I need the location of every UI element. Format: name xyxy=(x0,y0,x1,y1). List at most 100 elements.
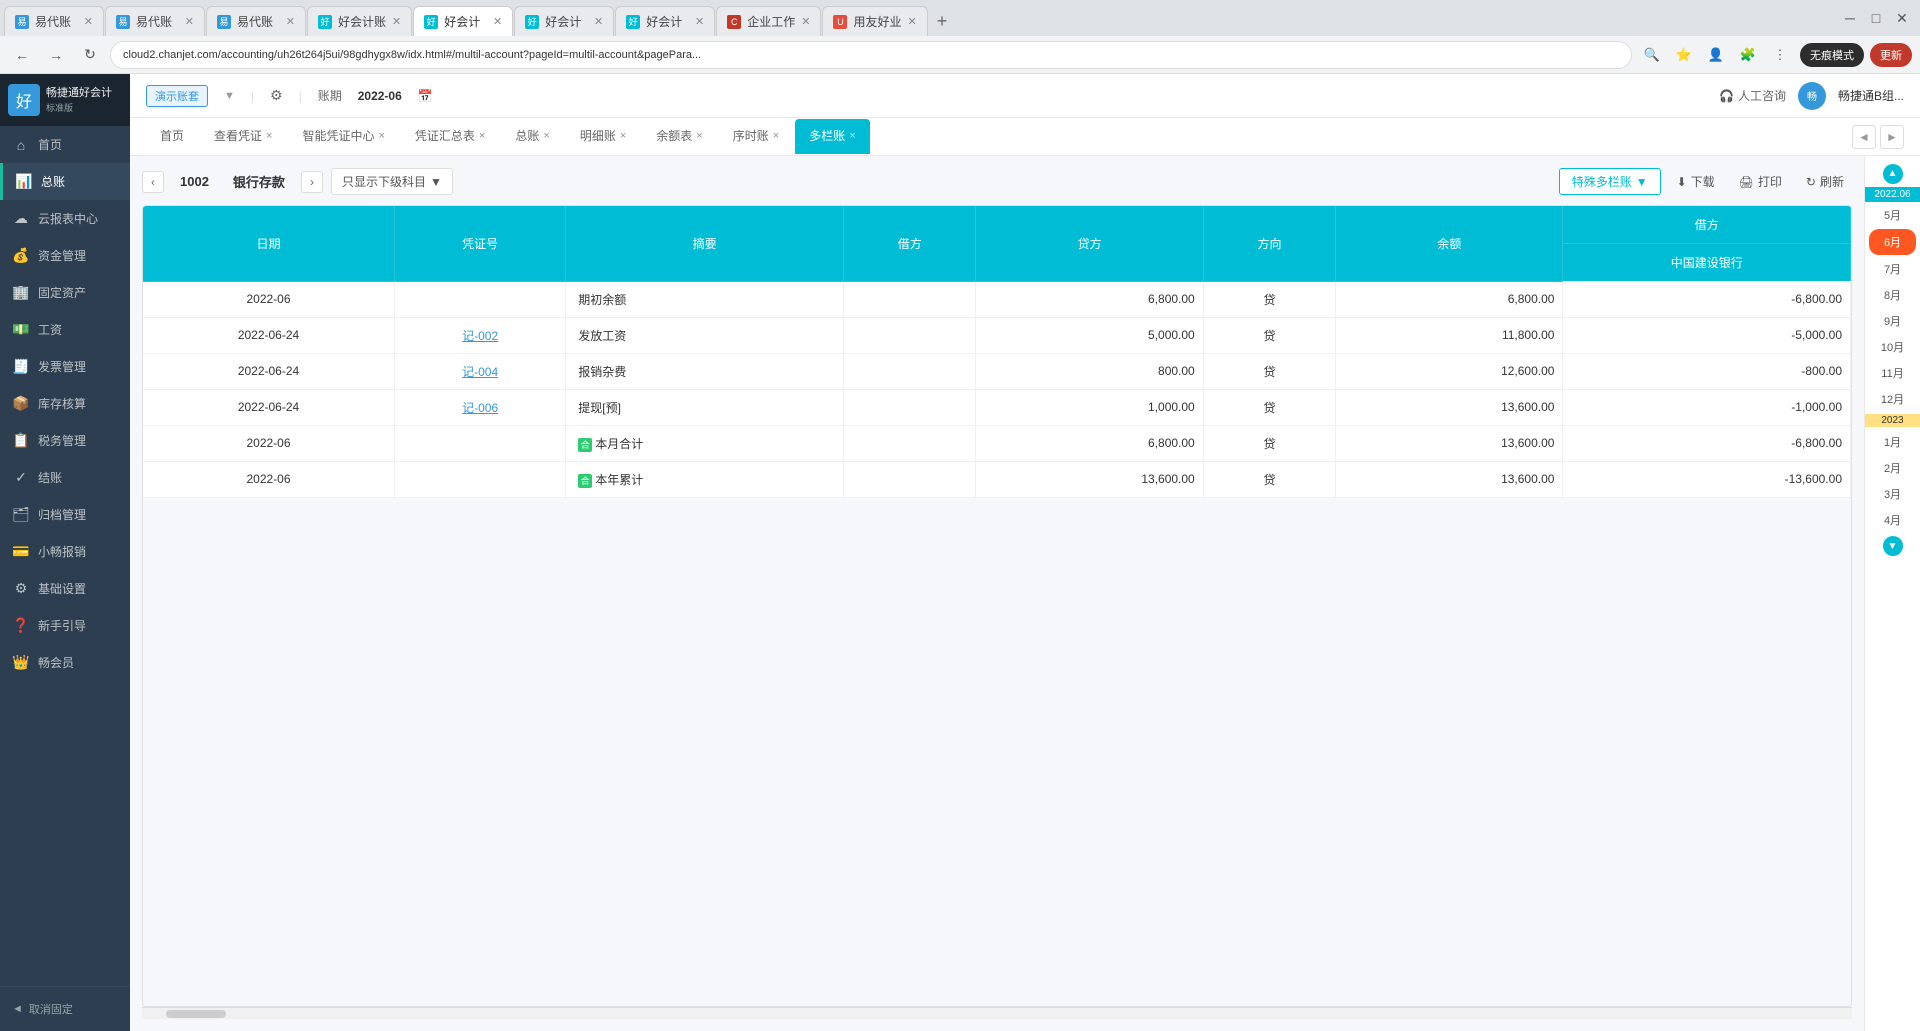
tab-general-ledger[interactable]: 总账 × xyxy=(501,119,563,154)
tab-close-8[interactable]: ✕ xyxy=(907,15,916,28)
sidebar-item-member[interactable]: 👑 畅会员 xyxy=(0,644,130,681)
calendar-month-apr[interactable]: 4月 xyxy=(1865,507,1920,533)
download-button[interactable]: ⬇ 下载 xyxy=(1669,169,1723,194)
search-icon[interactable]: 🔍 xyxy=(1638,41,1666,69)
prev-account-button[interactable]: ‹ xyxy=(142,171,164,193)
cancel-fixed-button[interactable]: ◄ 取消固定 xyxy=(12,995,118,1023)
tab-voucher-summary[interactable]: 凭证汇总表 × xyxy=(401,119,499,154)
sidebar-item-close-books[interactable]: ✓ 结账 xyxy=(0,459,130,496)
profile-icon[interactable]: 👤 xyxy=(1702,41,1730,69)
scroll-up-icon[interactable]: ▲ xyxy=(1883,164,1903,184)
tab-close-1[interactable]: ✕ xyxy=(185,15,194,28)
sidebar-item-invoice[interactable]: 🧾 发票管理 xyxy=(0,348,130,385)
tab-close-3[interactable]: ✕ xyxy=(392,15,401,28)
close-button[interactable]: ✕ xyxy=(1892,8,1912,28)
filter-dropdown[interactable]: 只显示下级科目 ▼ xyxy=(331,168,453,195)
tab-close-4[interactable]: ✕ xyxy=(493,15,502,28)
tab-close-multi-col[interactable]: × xyxy=(849,130,855,142)
sidebar-item-expense[interactable]: 💳 小畅报销 xyxy=(0,533,130,570)
calendar-month-jun[interactable]: 6月 xyxy=(1869,229,1916,255)
sidebar-item-fund[interactable]: 💰 资金管理 xyxy=(0,237,130,274)
bookmark-icon[interactable]: ⭐ xyxy=(1670,41,1698,69)
tab-close-0[interactable]: ✕ xyxy=(84,15,93,28)
bottom-scroll-bar[interactable] xyxy=(142,1007,1852,1019)
tab-chrono-ledger[interactable]: 序时账 × xyxy=(719,119,793,154)
sidebar-item-fixed-assets[interactable]: 🏢 固定资产 xyxy=(0,274,130,311)
tab-close-7[interactable]: ✕ xyxy=(801,15,810,28)
tab-close-detail-ledger[interactable]: × xyxy=(620,130,626,142)
maximize-button[interactable]: □ xyxy=(1866,8,1886,28)
tab-close-balance-table[interactable]: × xyxy=(696,130,702,142)
calendar-month-jul[interactable]: 7月 xyxy=(1865,256,1920,282)
sidebar-item-cloud-reports[interactable]: ☁ 云报表中心 xyxy=(0,200,130,237)
calendar-scroll-up[interactable]: ▲ xyxy=(1865,160,1920,187)
new-tab-button[interactable]: + xyxy=(929,7,956,36)
tab-scroll-right[interactable]: ► xyxy=(1880,125,1904,149)
browser-tab-6[interactable]: 好 好会计 ✕ xyxy=(615,6,715,36)
settings-gear-button[interactable]: ⚙ xyxy=(270,87,283,104)
voucher-link[interactable]: 记-002 xyxy=(395,317,566,353)
browser-tab-3[interactable]: 好 好会计账 ✕ xyxy=(307,6,412,36)
browser-tab-5[interactable]: 好 好会计 ✕ xyxy=(514,6,614,36)
tab-view-voucher[interactable]: 查看凭证 × xyxy=(200,119,286,154)
calendar-scroll-down[interactable]: ▼ xyxy=(1865,533,1920,560)
tab-close-smart-voucher[interactable]: × xyxy=(378,130,384,142)
calendar-month-feb[interactable]: 2月 xyxy=(1865,455,1920,481)
tab-close-5[interactable]: ✕ xyxy=(594,15,603,28)
sidebar-item-guide[interactable]: ❓ 新手引导 xyxy=(0,607,130,644)
browser-tab-0[interactable]: 易 易代账 ✕ xyxy=(4,6,104,36)
calendar-month-jan[interactable]: 1月 xyxy=(1865,429,1920,455)
tab-balance-table[interactable]: 余额表 × xyxy=(642,119,716,154)
sidebar-item-home[interactable]: ⌂ 首页 xyxy=(0,126,130,163)
print-button[interactable]: 🖨 打印 xyxy=(1731,169,1790,194)
tab-close-voucher-summary[interactable]: × xyxy=(479,130,485,142)
tab-detail-ledger[interactable]: 明细账 × xyxy=(566,119,640,154)
browser-tab-8[interactable]: U 用友好业 ✕ xyxy=(822,6,927,36)
multi-col-button[interactable]: 特殊多栏账 ▼ xyxy=(1559,168,1661,195)
calendar-month-aug[interactable]: 8月 xyxy=(1865,282,1920,308)
sidebar-item-tax[interactable]: 📋 税务管理 xyxy=(0,422,130,459)
scroll-down-icon[interactable]: ▼ xyxy=(1883,536,1903,556)
tab-close-chrono-ledger[interactable]: × xyxy=(773,130,779,142)
voucher-link[interactable]: 记-006 xyxy=(395,389,566,425)
sidebar-item-inventory[interactable]: 📦 库存核算 xyxy=(0,385,130,422)
tab-smart-voucher[interactable]: 智能凭证中心 × xyxy=(288,119,398,154)
tab-close-general-ledger[interactable]: × xyxy=(543,130,549,142)
demo-dropdown-arrow[interactable]: ▼ xyxy=(224,90,235,102)
demo-badge[interactable]: 演示账套 xyxy=(146,85,208,107)
calendar-month-sep[interactable]: 9月 xyxy=(1865,308,1920,334)
browser-tab-2[interactable]: 易 易代账 ✕ xyxy=(206,6,306,36)
calendar-month-nov[interactable]: 11月 xyxy=(1865,360,1920,386)
back-button[interactable]: ← xyxy=(8,41,36,69)
settings-dots-icon[interactable]: ⋮ xyxy=(1766,41,1794,69)
tab-close-view-voucher[interactable]: × xyxy=(266,130,272,142)
calendar-month-oct[interactable]: 10月 xyxy=(1865,334,1920,360)
sidebar-item-archive[interactable]: 🗂 归档管理 xyxy=(0,496,130,533)
sidebar-item-ledger[interactable]: 📊 总账 xyxy=(0,163,130,200)
tab-close-6[interactable]: ✕ xyxy=(695,15,704,28)
customer-service-button[interactable]: 🎧 人工咨询 xyxy=(1719,87,1786,104)
browser-tab-7[interactable]: C 企业工作 ✕ xyxy=(716,6,821,36)
browser-tab-4[interactable]: 好 好会计 ✕ xyxy=(413,6,513,36)
tab-close-2[interactable]: ✕ xyxy=(286,15,295,28)
tab-multi-col[interactable]: 多栏账 × xyxy=(795,119,869,154)
address-input[interactable] xyxy=(110,41,1632,69)
scroll-thumb[interactable] xyxy=(166,1010,226,1018)
calendar-month-dec[interactable]: 12月 xyxy=(1865,386,1920,412)
forward-button[interactable]: → xyxy=(42,41,70,69)
voucher-link[interactable]: 记-004 xyxy=(395,353,566,389)
sidebar-item-payroll[interactable]: 💵 工资 xyxy=(0,311,130,348)
tab-scroll-left[interactable]: ◄ xyxy=(1852,125,1876,149)
refresh-button[interactable]: ↻ 刷新 xyxy=(1798,169,1852,194)
update-button[interactable]: 更新 xyxy=(1870,43,1912,67)
calendar-icon[interactable]: 📅 xyxy=(418,89,433,103)
calendar-month-may[interactable]: 5月 xyxy=(1865,202,1920,228)
minimize-button[interactable]: ─ xyxy=(1840,8,1860,28)
extension-icon[interactable]: 🧩 xyxy=(1734,41,1762,69)
sidebar-item-settings[interactable]: ⚙ 基础设置 xyxy=(0,570,130,607)
browser-tab-1[interactable]: 易 易代账 ✕ xyxy=(105,6,205,36)
reload-button[interactable]: ↻ xyxy=(76,41,104,69)
tab-home[interactable]: 首页 xyxy=(146,119,198,154)
calendar-month-mar[interactable]: 3月 xyxy=(1865,481,1920,507)
incognito-button[interactable]: 无痕模式 xyxy=(1800,43,1864,67)
